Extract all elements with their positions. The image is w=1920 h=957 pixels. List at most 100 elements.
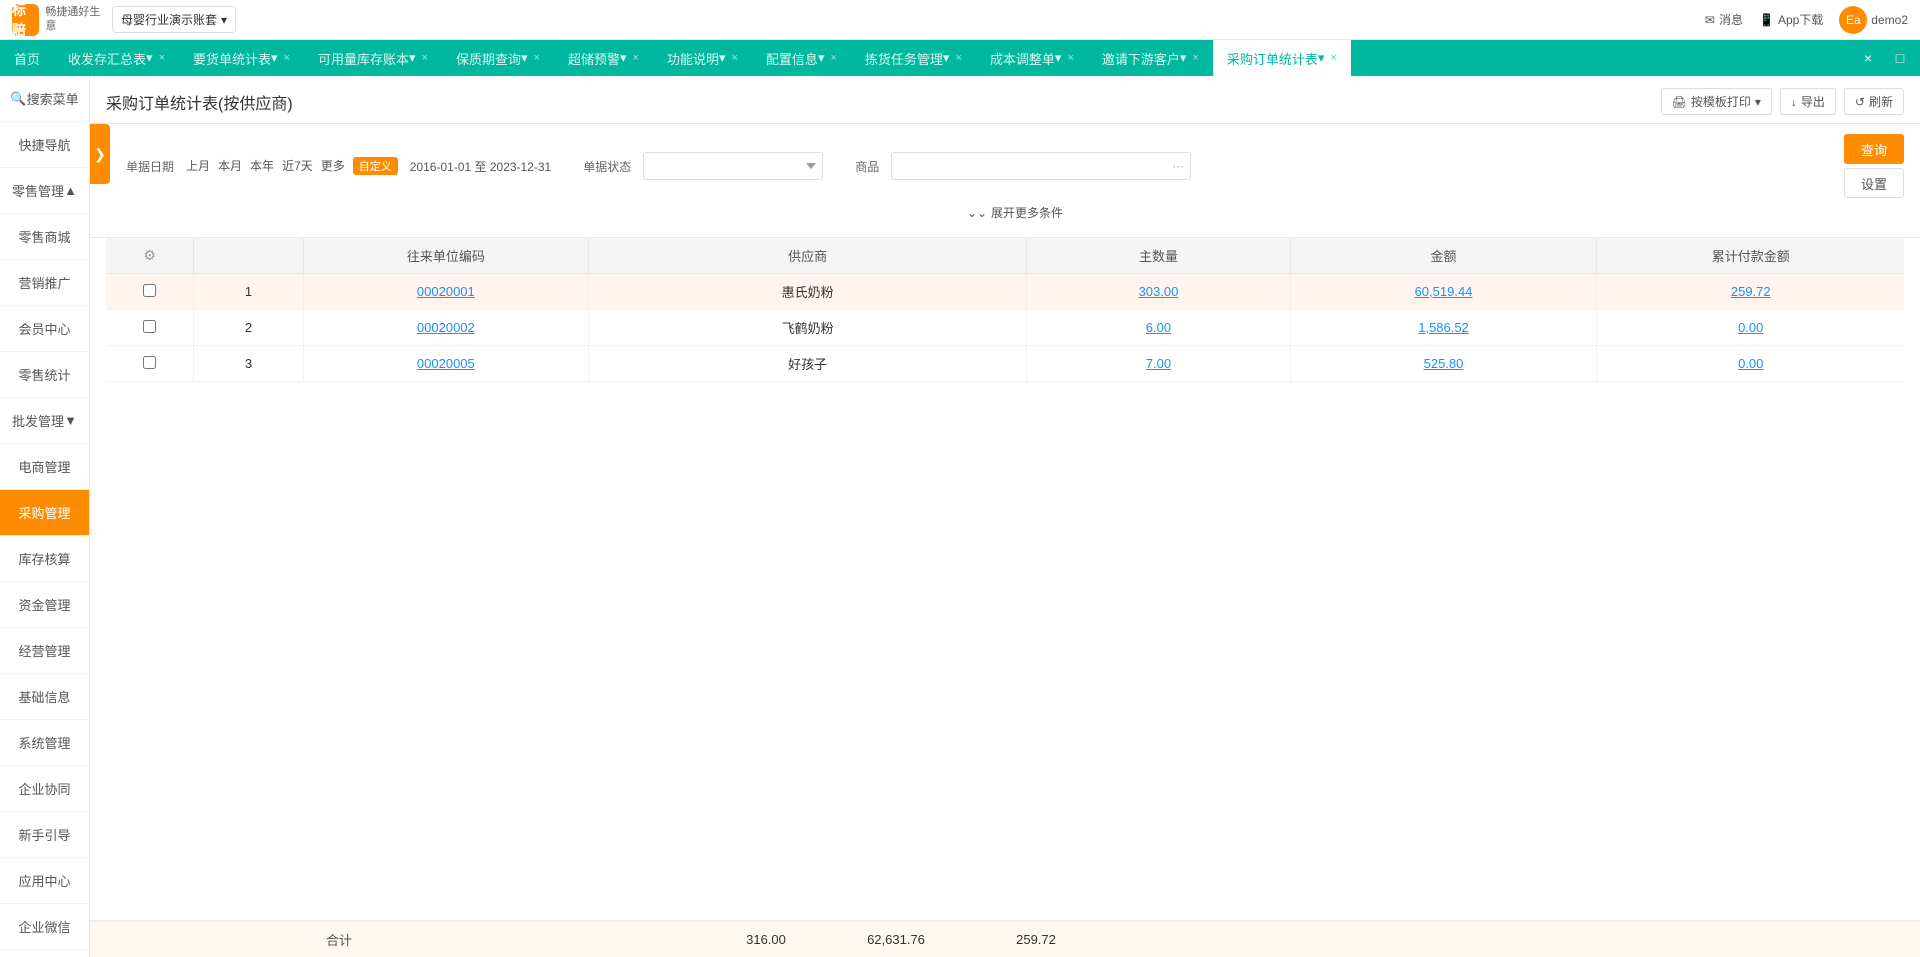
checkbox-icon[interactable]: ⚙ xyxy=(143,247,156,263)
search-label: 搜索菜单 xyxy=(27,89,79,108)
sidebar-item-operations[interactable]: 经营管理 xyxy=(0,628,89,674)
sidebar-item-inventory[interactable]: 库存核算 xyxy=(0,536,89,582)
cell-paid[interactable]: 0.00 xyxy=(1597,310,1904,346)
tab-pick-task[interactable]: 拣货任务管理 ▾ × xyxy=(851,40,976,76)
sidebar-item-retail[interactable]: 零售管理 ▲ xyxy=(0,168,89,214)
cell-code[interactable]: 00020005 xyxy=(303,346,588,382)
message-icon: ✉ xyxy=(1705,13,1715,27)
th-amount: 金额 xyxy=(1290,238,1597,274)
cell-check[interactable] xyxy=(106,310,194,346)
refresh-btn[interactable]: ↺ 刷新 xyxy=(1844,88,1904,115)
close-tab-btn[interactable]: × xyxy=(1852,42,1884,74)
tab-close-icon[interactable]: × xyxy=(731,52,737,64)
commodity-dots-btn[interactable]: ··· xyxy=(1166,159,1190,173)
nav-tabs: 首页 收发存汇总表 ▾ × 要货单统计表 ▾ × 可用量库存账本 ▾ × 保质期… xyxy=(0,40,1920,76)
cell-seq: 2 xyxy=(194,310,304,346)
chevron-down-icon: ▾ xyxy=(271,50,278,66)
sidebar-quick-nav[interactable]: 快捷导航 xyxy=(0,122,89,168)
sidebar-item-new-guide[interactable]: 新手引导 xyxy=(0,812,89,858)
cell-qty[interactable]: 303.00 xyxy=(1027,274,1290,310)
cell-check[interactable] xyxy=(106,274,194,310)
page-header: 采购订单统计表(按供应商) 🖨 按模板打印 ▾ ↓ 导出 ↺ 刷新 xyxy=(90,76,1920,124)
settings-btn[interactable]: 设置 xyxy=(1844,168,1904,198)
tab-close-icon[interactable]: × xyxy=(1067,52,1073,64)
tab-invite-downstream[interactable]: 邀请下游客户 ▾ × xyxy=(1088,40,1213,76)
sidebar-item-enterprise-collab[interactable]: 企业协同 xyxy=(0,766,89,812)
sidebar-item-finance[interactable]: 资金管理 xyxy=(0,582,89,628)
toggle-filter-btn[interactable]: ❯ xyxy=(90,124,110,184)
status-select[interactable] xyxy=(643,152,823,180)
workspace-selector[interactable]: 母婴行业演示账套 ▾ xyxy=(112,6,236,33)
commodity-input[interactable] xyxy=(892,155,1166,177)
sidebar-item-ecommerce[interactable]: 电商管理 xyxy=(0,444,89,490)
tab-close-icon[interactable]: × xyxy=(284,52,290,64)
tab-close-icon[interactable]: × xyxy=(633,52,639,64)
cell-amount[interactable]: 525.80 xyxy=(1290,346,1597,382)
cell-qty[interactable]: 7.00 xyxy=(1027,346,1290,382)
tab-close-icon[interactable]: × xyxy=(955,52,961,64)
tab-label: 采购订单统计表 xyxy=(1227,49,1318,68)
tab-close-icon[interactable]: × xyxy=(830,52,836,64)
cell-amount[interactable]: 1,586.52 xyxy=(1290,310,1597,346)
tab-close-icon[interactable]: × xyxy=(159,52,165,64)
shortcut-more[interactable]: 更多 xyxy=(321,157,345,175)
messages-btn[interactable]: ✉ 消息 xyxy=(1705,11,1743,28)
expand-more-btn[interactable]: ⌄⌄ 展开更多条件 xyxy=(967,204,1063,221)
sidebar-item-label: 库存核算 xyxy=(18,549,70,568)
cell-check[interactable] xyxy=(106,346,194,382)
sidebar-item-retail-stat[interactable]: 零售统计 xyxy=(0,352,89,398)
export-btn[interactable]: ↓ 导出 xyxy=(1780,88,1836,115)
row-checkbox[interactable] xyxy=(143,284,156,297)
sidebar-item-member2[interactable]: 畅会员 xyxy=(0,950,89,957)
print-btn[interactable]: 🖨 按模板打印 ▾ xyxy=(1661,88,1772,115)
shortcut-this-year[interactable]: 本年 xyxy=(250,157,274,175)
sidebar-item-app-center[interactable]: 应用中心 xyxy=(0,858,89,904)
cell-paid[interactable]: 259.72 xyxy=(1597,274,1904,310)
custom-badge[interactable]: 自定义 xyxy=(353,157,398,175)
cell-qty[interactable]: 6.00 xyxy=(1027,310,1290,346)
sidebar-search[interactable]: 🔍 搜索菜单 xyxy=(0,76,89,122)
sidebar-item-member[interactable]: 会员中心 xyxy=(0,306,89,352)
tab-cost-adjust[interactable]: 成本调整单 ▾ × xyxy=(976,40,1088,76)
query-btn[interactable]: 查询 xyxy=(1844,134,1904,164)
cell-amount[interactable]: 60,519.44 xyxy=(1290,274,1597,310)
tab-receive-send[interactable]: 收发存汇总表 ▾ × xyxy=(54,40,179,76)
sidebar-item-system[interactable]: 系统管理 xyxy=(0,720,89,766)
tab-label: 拣货任务管理 xyxy=(865,49,943,68)
tab-home[interactable]: 首页 xyxy=(0,40,54,76)
sidebar-item-retail-mall[interactable]: 零售商城 xyxy=(0,214,89,260)
row-checkbox[interactable] xyxy=(143,356,156,369)
chevron-down-icon: ▾ xyxy=(1180,50,1187,66)
tab-close-icon[interactable]: × xyxy=(1192,52,1198,64)
shortcut-this-month[interactable]: 本月 xyxy=(218,157,242,175)
app-download-btn[interactable]: 📱 App下载 xyxy=(1759,11,1823,28)
shortcut-last-month[interactable]: 上月 xyxy=(186,157,210,175)
tab-available-stock[interactable]: 可用量库存账本 ▾ × xyxy=(304,40,442,76)
tab-config-info[interactable]: 配置信息 ▾ × xyxy=(752,40,851,76)
tab-close-icon[interactable]: × xyxy=(534,52,540,64)
user-area[interactable]: Ea demo2 xyxy=(1839,6,1908,34)
tab-shelf-life[interactable]: 保质期查询 ▾ × xyxy=(442,40,554,76)
tab-function-desc[interactable]: 功能说明 ▾ × xyxy=(653,40,752,76)
table-row: 2 00020002 飞鹤奶粉 6.00 1,586.52 0.00 xyxy=(106,310,1904,346)
maximize-btn[interactable]: □ xyxy=(1884,42,1916,74)
tab-order-summary[interactable]: 要货单统计表 ▾ × xyxy=(179,40,304,76)
tab-close-icon[interactable]: × xyxy=(1330,52,1336,64)
export-icon: ↓ xyxy=(1791,95,1797,109)
sidebar-item-enterprise-wechat[interactable]: 企业微信 xyxy=(0,904,89,950)
sidebar-item-basic-info[interactable]: 基础信息 xyxy=(0,674,89,720)
sidebar-item-wholesale[interactable]: 批发管理 ▼ xyxy=(0,398,89,444)
tab-purchase-stat[interactable]: 采购订单统计表 ▾ × xyxy=(1213,40,1351,76)
cell-paid[interactable]: 0.00 xyxy=(1597,346,1904,382)
page-title: 采购订单统计表(按供应商) xyxy=(106,90,293,114)
chevron-down-icon: ▾ xyxy=(719,50,726,66)
sidebar-item-purchase[interactable]: 采购管理 xyxy=(0,490,89,536)
tab-overstock[interactable]: 超储预警 ▾ × xyxy=(554,40,653,76)
tab-close-icon[interactable]: × xyxy=(422,52,428,64)
shortcut-7days[interactable]: 近7天 xyxy=(282,157,313,175)
sidebar-item-marketing[interactable]: 营销推广 xyxy=(0,260,89,306)
cell-code[interactable]: 00020001 xyxy=(303,274,588,310)
row-checkbox[interactable] xyxy=(143,320,156,333)
cell-code[interactable]: 00020002 xyxy=(303,310,588,346)
chevron-down-icon: ▾ xyxy=(818,50,825,66)
